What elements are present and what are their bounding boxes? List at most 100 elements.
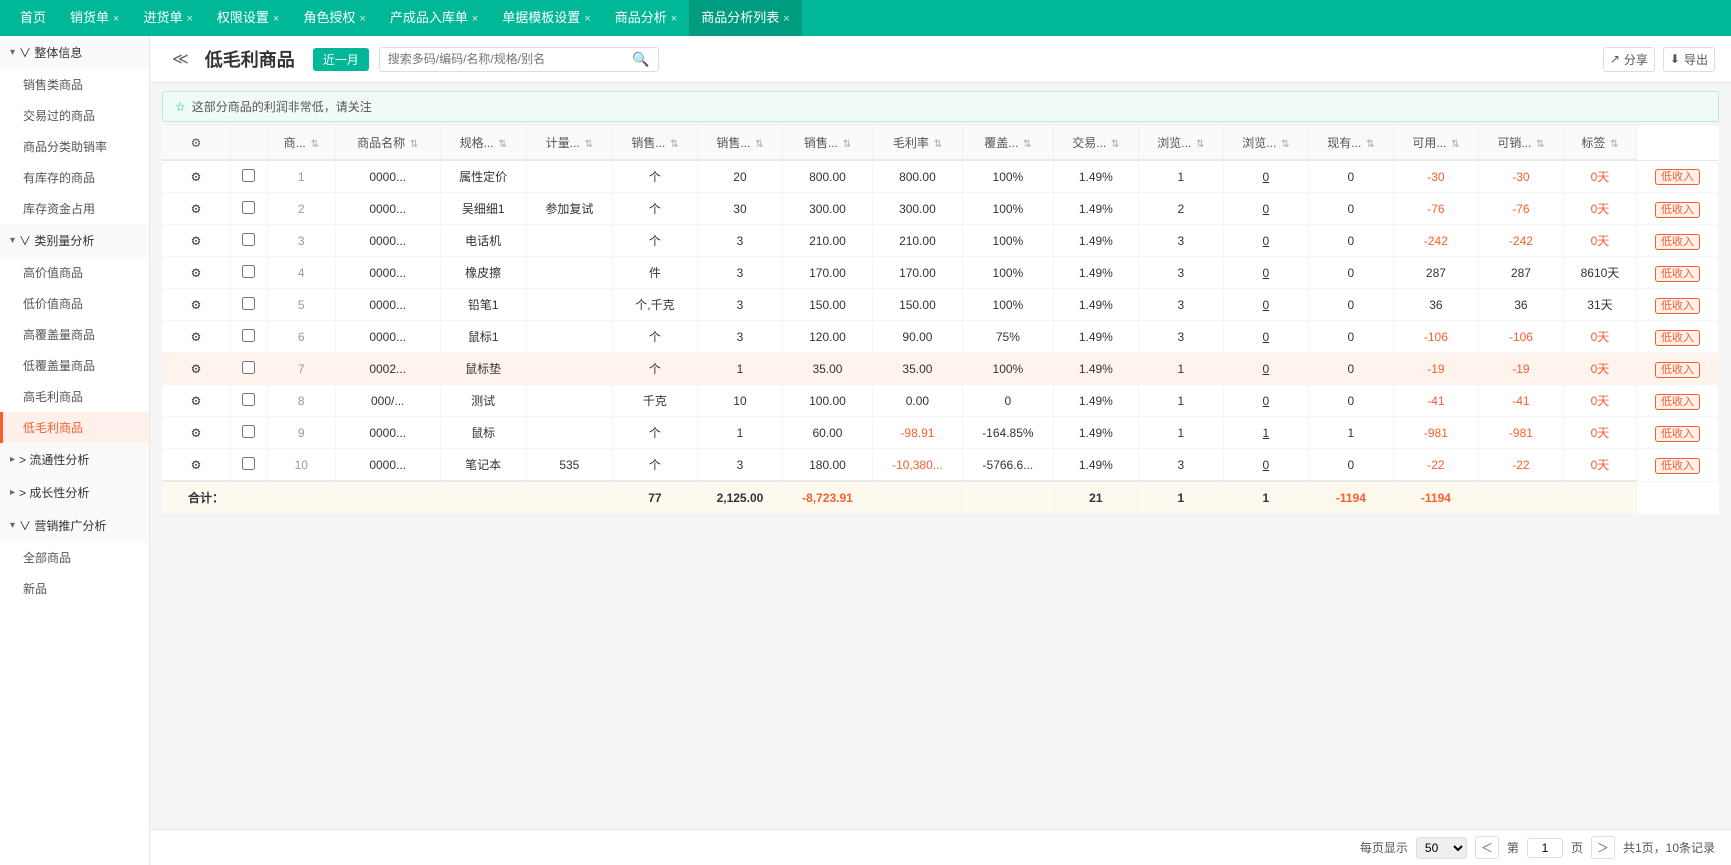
- col-header-current_stock[interactable]: 现有... ⇅: [1308, 126, 1393, 160]
- col-header-saleable_days[interactable]: 可销... ⇅: [1478, 126, 1563, 160]
- browse-link[interactable]: 1: [1263, 426, 1270, 440]
- sidebar-item-高价值商品[interactable]: 高价值商品: [0, 257, 149, 288]
- sidebar-item-有库存的商品[interactable]: 有库存的商品: [0, 162, 149, 193]
- row-checkbox[interactable]: [231, 257, 268, 289]
- sidebar-group-成长性分析[interactable]: ▸> 成长性分析: [0, 476, 149, 509]
- nav-close-icon[interactable]: ×: [186, 13, 192, 25]
- browse-link[interactable]: 0: [1263, 298, 1270, 312]
- nav-item-首页[interactable]: 首页: [8, 0, 58, 36]
- search-icon[interactable]: 🔍: [632, 51, 649, 68]
- browse-link[interactable]: 0: [1263, 170, 1270, 184]
- col-header-code[interactable]: 商... ⇅: [267, 126, 335, 160]
- row-checkbox[interactable]: [231, 289, 268, 321]
- col-header-browse2[interactable]: 浏览... ⇅: [1223, 126, 1308, 160]
- sidebar-group-营销推广分析[interactable]: ▾∨ 营销推广分析: [0, 509, 149, 542]
- nav-close-icon[interactable]: ×: [113, 13, 119, 25]
- nav-item-销货单[interactable]: 销货单×: [58, 0, 131, 36]
- row-checkbox[interactable]: [231, 353, 268, 385]
- col-header-tag[interactable]: 标签 ⇅: [1563, 126, 1636, 160]
- nav-item-权限设置[interactable]: 权限设置×: [205, 0, 291, 36]
- row-checkbox[interactable]: [231, 385, 268, 417]
- browse-link[interactable]: 0: [1263, 458, 1270, 472]
- col-header-browse1[interactable]: 浏览... ⇅: [1138, 126, 1223, 160]
- sidebar-item-库存资金占用[interactable]: 库存资金占用: [0, 193, 149, 224]
- browse1[interactable]: 0: [1223, 385, 1308, 417]
- sidebar-item-低覆盖量商品[interactable]: 低覆盖量商品: [0, 350, 149, 381]
- browse1[interactable]: 0: [1223, 160, 1308, 193]
- col-header-coverage[interactable]: 覆盖... ⇅: [962, 126, 1053, 160]
- sidebar-item-全部商品[interactable]: 全部商品: [0, 542, 149, 573]
- settings-cell[interactable]: ⚙: [162, 321, 231, 353]
- row-checkbox[interactable]: [231, 193, 268, 225]
- nav-close-icon[interactable]: ×: [584, 13, 590, 25]
- browse1[interactable]: 0: [1223, 353, 1308, 385]
- collapse-btn[interactable]: ≪: [166, 47, 195, 71]
- next-page-btn[interactable]: ＞: [1591, 836, 1615, 859]
- nav-close-icon[interactable]: ×: [359, 13, 365, 25]
- row-checkbox[interactable]: [231, 160, 268, 193]
- export-btn[interactable]: ⬇ 导出: [1663, 47, 1715, 72]
- nav-close-icon[interactable]: ×: [273, 13, 279, 25]
- sidebar-item-低毛利商品[interactable]: 低毛利商品: [0, 412, 149, 443]
- sidebar-item-交易过的商品[interactable]: 交易过的商品: [0, 100, 149, 131]
- settings-cell[interactable]: ⚙: [162, 353, 231, 385]
- search-input[interactable]: [388, 52, 633, 66]
- nav-item-商品分析[interactable]: 商品分析×: [603, 0, 689, 36]
- col-header-sales_price[interactable]: 销售... ⇅: [697, 126, 782, 160]
- browse1[interactable]: 0: [1223, 449, 1308, 482]
- page-input[interactable]: [1527, 838, 1563, 858]
- browse1[interactable]: 0: [1223, 257, 1308, 289]
- browse1[interactable]: 0: [1223, 225, 1308, 257]
- nav-item-角色授权[interactable]: 角色授权×: [291, 0, 377, 36]
- row-checkbox[interactable]: [231, 417, 268, 449]
- col-header-sales_qty[interactable]: 销售... ⇅: [612, 126, 697, 160]
- settings-cell[interactable]: ⚙: [162, 257, 231, 289]
- row-checkbox[interactable]: [231, 321, 268, 353]
- settings-cell[interactable]: ⚙: [162, 289, 231, 321]
- nav-item-产成品入库单[interactable]: 产成品入库单×: [378, 0, 490, 36]
- nav-close-icon[interactable]: ×: [472, 13, 478, 25]
- col-header-unit[interactable]: 计量... ⇅: [526, 126, 612, 160]
- col-header-gross_margin[interactable]: 毛利率 ⇅: [872, 126, 962, 160]
- settings-cell[interactable]: ⚙: [162, 385, 231, 417]
- col-header-available[interactable]: 可用... ⇅: [1393, 126, 1478, 160]
- time-filter-btn[interactable]: 近一月: [313, 48, 369, 71]
- row-checkbox[interactable]: [231, 449, 268, 482]
- settings-cell[interactable]: ⚙: [162, 417, 231, 449]
- sidebar-item-新品[interactable]: 新品: [0, 573, 149, 604]
- row-checkbox[interactable]: [231, 225, 268, 257]
- nav-item-单据模板设置[interactable]: 单据模板设置×: [490, 0, 602, 36]
- col-header-sales_profit[interactable]: 销售... ⇅: [782, 126, 872, 160]
- sidebar-group-整体信息[interactable]: ▾∨ 整体信息: [0, 36, 149, 69]
- nav-close-icon[interactable]: ×: [671, 13, 677, 25]
- settings-cell[interactable]: ⚙: [162, 193, 231, 225]
- browse1[interactable]: 0: [1223, 193, 1308, 225]
- sidebar-item-高覆盖量商品[interactable]: 高覆盖量商品: [0, 319, 149, 350]
- browse-link[interactable]: 0: [1263, 330, 1270, 344]
- settings-cell[interactable]: ⚙: [162, 225, 231, 257]
- col-header-spec[interactable]: 规格... ⇅: [440, 126, 526, 160]
- col-header-name[interactable]: 商品名称 ⇅: [335, 126, 440, 160]
- nav-item-商品分析列表[interactable]: 商品分析列表×: [689, 0, 801, 36]
- sidebar-item-商品分类助销率[interactable]: 商品分类助销率: [0, 131, 149, 162]
- browse-link[interactable]: 0: [1263, 202, 1270, 216]
- sidebar-group-类别量分析[interactable]: ▾∨ 类别量分析: [0, 224, 149, 257]
- browse1[interactable]: 0: [1223, 289, 1308, 321]
- share-btn[interactable]: ↗ 分享: [1603, 47, 1655, 72]
- settings-cell[interactable]: ⚙: [162, 160, 231, 193]
- per-page-select[interactable]: 5020100: [1416, 837, 1467, 859]
- browse-link[interactable]: 0: [1263, 234, 1270, 248]
- sidebar-item-低价值商品[interactable]: 低价值商品: [0, 288, 149, 319]
- sidebar-group-流通性分析[interactable]: ▸> 流通性分析: [0, 443, 149, 476]
- sidebar-item-销售类商品[interactable]: 销售类商品: [0, 69, 149, 100]
- browse-link[interactable]: 0: [1263, 266, 1270, 280]
- col-header-transaction[interactable]: 交易... ⇅: [1053, 126, 1138, 160]
- nav-item-进货单[interactable]: 进货单×: [131, 0, 204, 36]
- browse1[interactable]: 0: [1223, 321, 1308, 353]
- prev-page-btn[interactable]: ＜: [1475, 836, 1499, 859]
- sidebar-item-高毛利商品[interactable]: 高毛利商品: [0, 381, 149, 412]
- browse1[interactable]: 1: [1223, 417, 1308, 449]
- browse-link[interactable]: 0: [1263, 394, 1270, 408]
- settings-cell[interactable]: ⚙: [162, 449, 231, 482]
- nav-close-icon[interactable]: ×: [783, 13, 789, 25]
